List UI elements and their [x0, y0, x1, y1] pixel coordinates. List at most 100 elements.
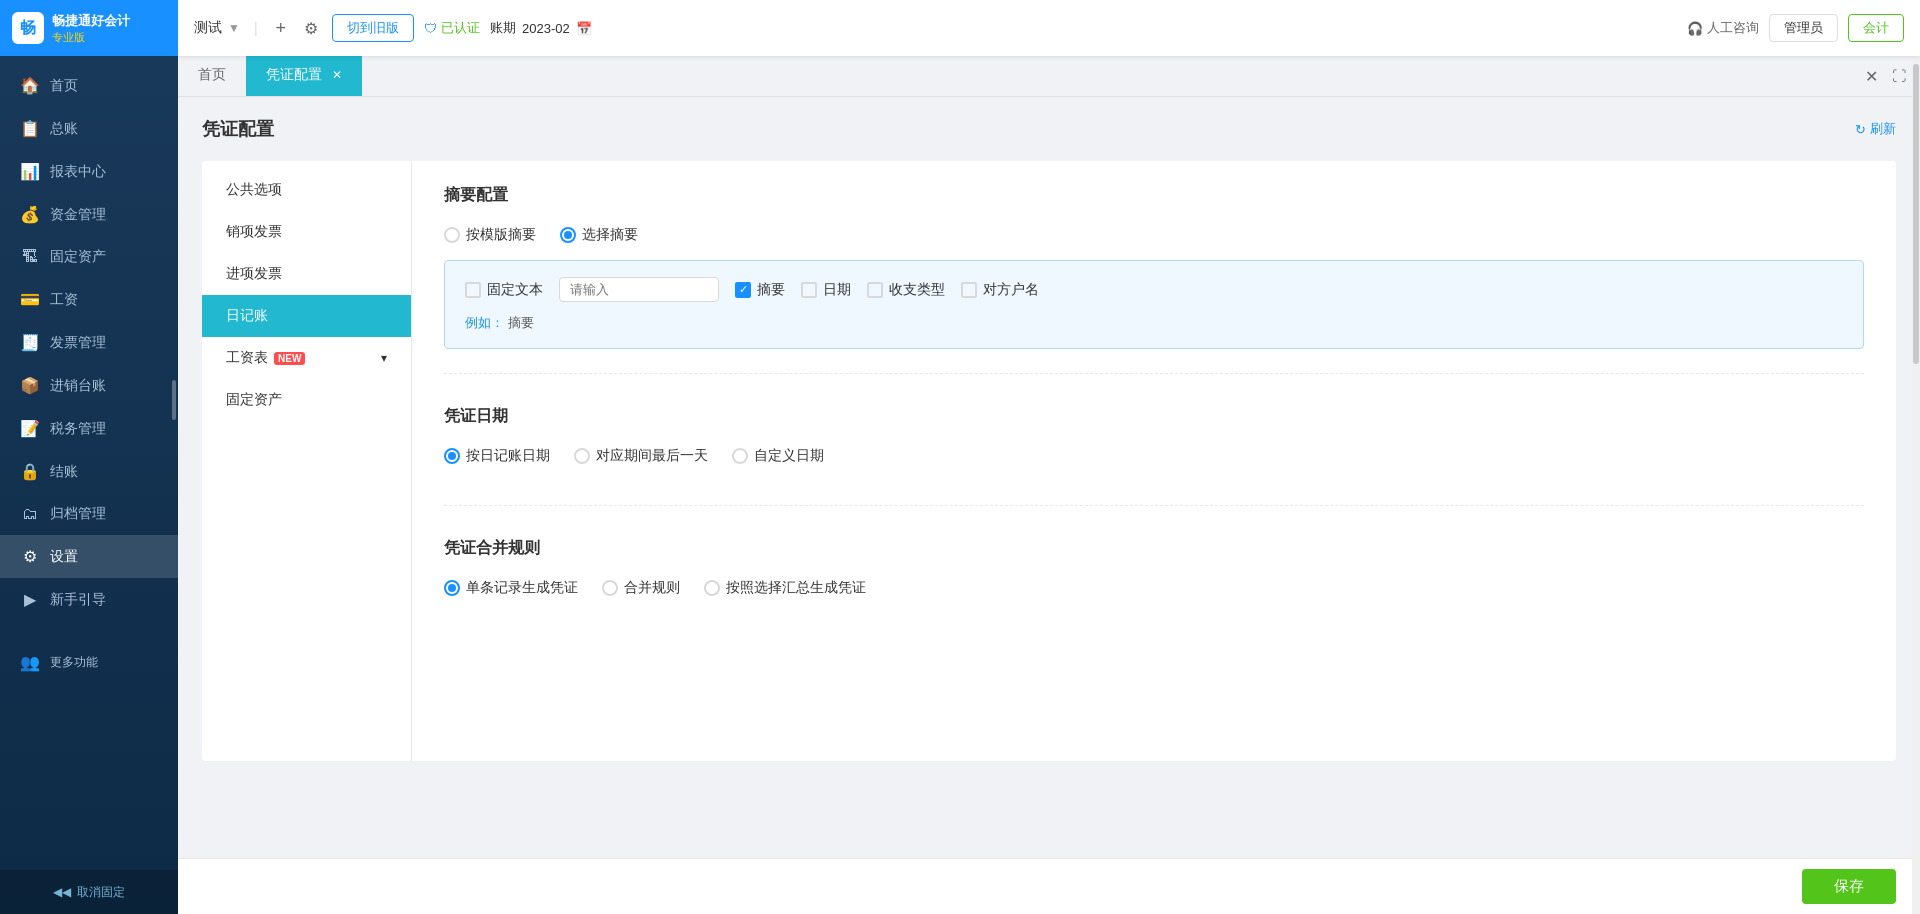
summary-section-title: 摘要配置 [444, 185, 1864, 206]
tab-close-btn[interactable]: ✕ [332, 68, 342, 82]
assets-icon: 🏗 [20, 248, 40, 266]
sidebar-item-assets[interactable]: 🏗 固定资产 [0, 236, 178, 278]
nav-purchase-invoice[interactable]: 进项发票 [202, 253, 411, 295]
sidebar-item-archive[interactable]: 🗂 归档管理 [0, 493, 178, 535]
ledger-icon: 📋 [20, 119, 40, 138]
sidebar-item-funds[interactable]: 💰 资金管理 [0, 193, 178, 236]
page-content: 凭证配置 ↻ 刷新 公共选项 销项发票 进项发票 日记账 [178, 97, 1920, 858]
radio-template-summary[interactable]: 按模版摘要 [444, 226, 536, 244]
logo-icon: 畅 [12, 12, 44, 44]
date-section-title: 凭证日期 [444, 406, 1864, 427]
refresh-icon: ↻ [1855, 122, 1866, 137]
date-radio-group: 按日记账日期 对应期间最后一天 自定义日期 [444, 447, 1864, 465]
tab-bar: 首页 凭证配置 ✕ ✕ ⛶ [178, 56, 1920, 97]
topbar: 测试 ▼ | + ⚙ 切到旧版 🛡 已认证 账期 2023-02 📅 🎧 人工咨… [178, 0, 1920, 56]
topbar-support[interactable]: 🎧 人工咨询 [1687, 19, 1759, 37]
sidebar: 畅 畅捷通好会计 专业版 🏠 首页 📋 总账 📊 报表中心 💰 资金管理 🏗 固… [0, 0, 178, 914]
select-merge-circle [704, 580, 720, 596]
custom-date-circle [732, 448, 748, 464]
date-checkbox [801, 282, 817, 298]
tab-right-controls: ✕ ⛶ [1861, 63, 1910, 90]
sidebar-item-tax[interactable]: 📝 税务管理 [0, 407, 178, 450]
sidebar-item-purchase-sale[interactable]: 📦 进销台账 [0, 364, 178, 407]
journal-date-circle [444, 448, 460, 464]
tab-close-window-btn[interactable]: ✕ [1861, 63, 1882, 90]
topbar-role-btn[interactable]: 会计 [1848, 14, 1904, 42]
radio-merge-rule[interactable]: 合并规则 [602, 579, 680, 597]
guide-icon: ▶ [20, 590, 40, 609]
radio-single[interactable]: 单条记录生成凭证 [444, 579, 578, 597]
sidebar-item-settings[interactable]: ⚙ 设置 [0, 535, 178, 578]
calendar-icon[interactable]: 📅 [576, 21, 592, 36]
radio-select-merge[interactable]: 按照选择汇总生成凭证 [704, 579, 866, 597]
nav-payroll-table[interactable]: 工资表 NEW ▾ [202, 337, 411, 379]
save-btn[interactable]: 保存 [1802, 869, 1896, 904]
sidebar-item-payroll[interactable]: 💳 工资 [0, 278, 178, 321]
sidebar-item-home[interactable]: 🏠 首页 [0, 64, 178, 107]
chevron-down-icon: ▼ [228, 21, 240, 35]
single-circle [444, 580, 460, 596]
merge-radio-group: 单条记录生成凭证 合并规则 按照选择汇总生成凭证 [444, 579, 1864, 597]
pin-icon: ◀◀ [53, 885, 71, 899]
headset-icon: 🎧 [1687, 21, 1703, 36]
income-type-checkbox [867, 282, 883, 298]
tab-home[interactable]: 首页 [178, 56, 246, 96]
nav-sales-invoice[interactable]: 销项发票 [202, 211, 411, 253]
new-badge: NEW [274, 352, 305, 365]
checkbox-income-type[interactable]: 收支类型 [867, 281, 945, 299]
tab-expand-btn[interactable]: ⛶ [1888, 64, 1910, 88]
radio-journal-date[interactable]: 按日记账日期 [444, 447, 550, 465]
sidebar-item-close[interactable]: 🔒 结账 [0, 450, 178, 493]
purchase-sale-icon: 📦 [20, 376, 40, 395]
topbar-old-version-btn[interactable]: 切到旧版 [332, 14, 414, 42]
topbar-period: 账期 2023-02 📅 [490, 19, 592, 37]
period-last-circle [574, 448, 590, 464]
date-section: 凭证日期 按日记账日期 对应期间最后一天 自定义日期 [444, 406, 1864, 506]
page-header: 凭证配置 ↻ 刷新 [202, 117, 1896, 141]
sidebar-logo: 畅 畅捷通好会计 专业版 [0, 0, 178, 56]
example-row: 例如： 摘要 [465, 314, 1843, 332]
main-scrollbar [1912, 56, 1920, 914]
nav-journal[interactable]: 日记账 [202, 295, 411, 337]
checkbox-summary[interactable]: 摘要 [735, 281, 785, 299]
summary-config-box: 固定文本 摘要 日期 [444, 260, 1864, 349]
topbar-settings-btn[interactable]: ⚙ [300, 15, 322, 42]
fixed-text-input[interactable] [559, 277, 719, 302]
radio-period-last[interactable]: 对应期间最后一天 [574, 447, 708, 465]
fixed-text-checkbox [465, 282, 481, 298]
refresh-btn[interactable]: ↻ 刷新 [1855, 120, 1896, 138]
topbar-add-btn[interactable]: + [272, 14, 291, 43]
tab-voucher-config[interactable]: 凭证配置 ✕ [246, 56, 362, 96]
nav-public[interactable]: 公共选项 [202, 169, 411, 211]
nav-fixed-assets[interactable]: 固定资产 [202, 379, 411, 421]
summary-radio-group: 按模版摘要 选择摘要 [444, 226, 1864, 244]
sidebar-pin-toggle[interactable]: ◀◀ 取消固定 [0, 870, 178, 914]
page-title: 凭证配置 [202, 117, 274, 141]
sidebar-item-reports[interactable]: 📊 报表中心 [0, 150, 178, 193]
main-scroll-thumb [1913, 64, 1919, 364]
more-icon: 👥 [20, 653, 40, 672]
checkbox-counterpart[interactable]: 对方户名 [961, 281, 1039, 299]
radio-custom-date[interactable]: 自定义日期 [732, 447, 824, 465]
shield-icon: 🛡 [424, 21, 437, 36]
topbar-project[interactable]: 测试 ▼ [194, 19, 240, 37]
funds-icon: 💰 [20, 205, 40, 224]
topbar-user-btn[interactable]: 管理员 [1769, 14, 1838, 42]
counterpart-checkbox [961, 282, 977, 298]
sidebar-item-invoice[interactable]: 🧾 发票管理 [0, 321, 178, 364]
checkbox-date[interactable]: 日期 [801, 281, 851, 299]
merge-section-title: 凭证合并规则 [444, 538, 1864, 559]
radio-template-circle [444, 227, 460, 243]
tax-icon: 📝 [20, 419, 40, 438]
sidebar-item-guide[interactable]: ▶ 新手引导 [0, 578, 178, 621]
payroll-icon: 💳 [20, 290, 40, 309]
checkbox-fixed-text[interactable]: 固定文本 [465, 281, 543, 299]
content-layout: 公共选项 销项发票 进项发票 日记账 工资表 NEW ▾ 固定资产 [202, 161, 1896, 761]
radio-select-summary[interactable]: 选择摘要 [560, 226, 638, 244]
sidebar-item-more[interactable]: 👥 更多功能 [0, 641, 178, 684]
merge-rule-circle [602, 580, 618, 596]
topbar-certified: 🛡 已认证 [424, 19, 480, 37]
sidebar-item-ledger[interactable]: 📋 总账 [0, 107, 178, 150]
close-period-icon: 🔒 [20, 462, 40, 481]
sidebar-nav: 🏠 首页 📋 总账 📊 报表中心 💰 资金管理 🏗 固定资产 💳 工资 🧾 发票… [0, 56, 178, 870]
